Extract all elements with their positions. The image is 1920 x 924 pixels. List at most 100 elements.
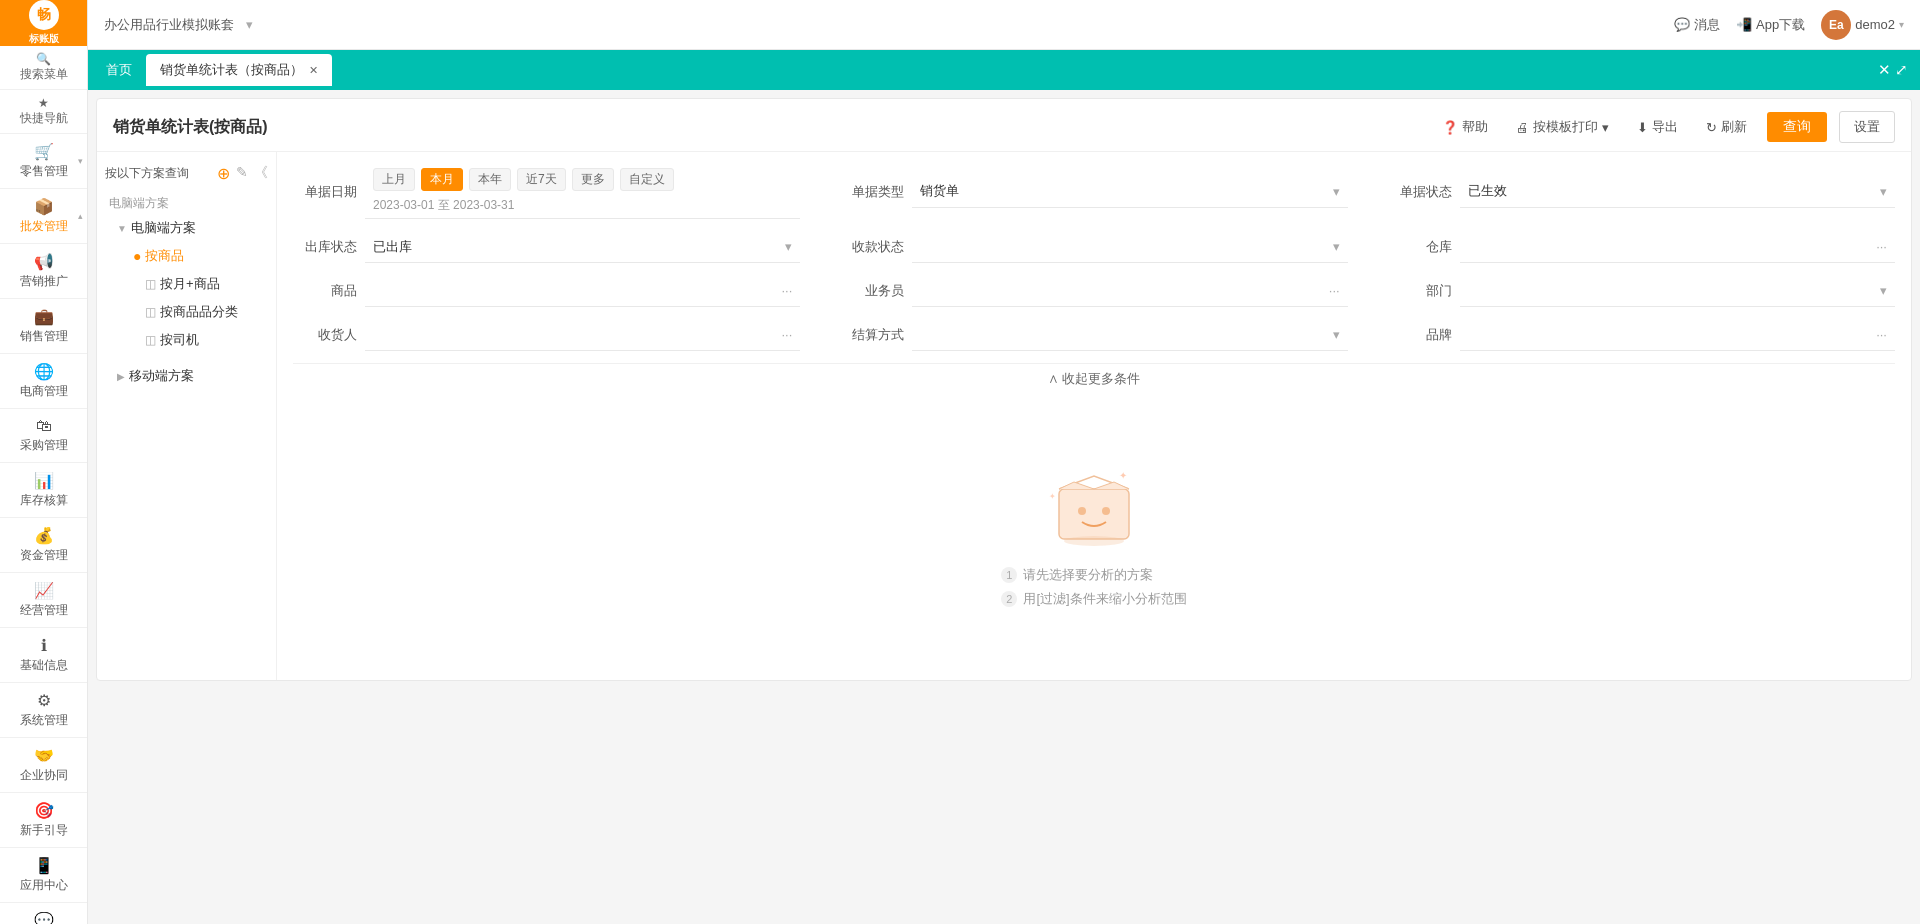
doc-status-chevron: ▾ <box>1880 184 1887 199</box>
label-department: 部门 <box>1388 282 1460 300</box>
sidebar-item-basic[interactable]: ℹ 基础信息 <box>0 628 87 683</box>
sidebar-item-ecommerce[interactable]: 🌐 电商管理 <box>0 354 87 409</box>
label-brand: 品牌 <box>1388 326 1460 344</box>
tab-close-icon[interactable]: ✕ <box>309 64 318 77</box>
topbar: 办公用品行业模拟账套 ▾ 💬 消息 📲 App下载 Ea demo2 ▾ <box>88 0 1920 50</box>
svg-point-2 <box>1102 507 1110 515</box>
scheme-by-product-category[interactable]: ◫ 按商品品分类 <box>129 298 268 326</box>
user-avatar: Ea <box>1821 10 1851 40</box>
product-field[interactable]: ··· <box>365 275 800 307</box>
scheme-by-month-product[interactable]: ◫ 按月+商品 <box>129 270 268 298</box>
scheme-cashier-icon: ◫ <box>145 333 156 347</box>
outbound-status-value: 已出库 <box>373 238 412 256</box>
sidebar-item-purchase[interactable]: 🛍 采购管理 <box>0 409 87 463</box>
sidebar-item-system[interactable]: ⚙ 系统管理 <box>0 683 87 738</box>
system-dropdown-icon[interactable]: ▾ <box>246 17 253 32</box>
sidebar-item-guide[interactable]: 🎯 新手引导 <box>0 793 87 848</box>
date-picker-field[interactable]: 上月 本月 本年 近7天 更多 自定义 2023-03-01 至 2023-03… <box>365 164 800 219</box>
wholesale-icon: 📦 <box>34 197 54 216</box>
query-button[interactable]: 查询 <box>1767 112 1827 142</box>
sidebar-item-marketing[interactable]: 📢 营销推广 <box>0 244 87 299</box>
collapse-more-conditions[interactable]: ∧ 收起更多条件 <box>293 363 1895 394</box>
label-salesperson: 业务员 <box>840 282 912 300</box>
btn-this-year[interactable]: 本年 <box>469 168 511 191</box>
tab-minimize-icon[interactable]: ✕ <box>1878 61 1891 79</box>
sidebar-item-finance[interactable]: 💰 资金管理 <box>0 518 87 573</box>
topbar-left: 办公用品行业模拟账套 ▾ <box>104 16 253 34</box>
refresh-button[interactable]: ↻ 刷新 <box>1698 114 1755 140</box>
logo-icon: 畅 <box>29 0 59 30</box>
brand-dots: ··· <box>1876 327 1887 342</box>
template-print-button[interactable]: 🖨 按模板打印 ▾ <box>1508 114 1617 140</box>
receiver-dots: ··· <box>781 327 792 342</box>
settings-button[interactable]: 设置 <box>1839 111 1895 143</box>
sidebar-item-enterprise[interactable]: 🤝 企业协同 <box>0 738 87 793</box>
btn-custom[interactable]: 自定义 <box>620 168 674 191</box>
scheme-month-icon: ◫ <box>145 277 156 291</box>
sidebar-item-inventory[interactable]: 📊 库存核算 <box>0 463 87 518</box>
filter-panel-header: 按以下方案查询 ⊕ ✎ 《 <box>105 164 268 183</box>
sidebar-item-wholesale[interactable]: 📦 批发管理 ▴ <box>0 189 87 244</box>
doc-type-field[interactable]: 销货单 ▾ <box>912 176 1347 208</box>
tree-item-mobile[interactable]: ▶ 移动端方案 <box>113 362 268 390</box>
sidebar: 畅 标账版 🔍 搜索菜单 ★ 快捷导航 🛒 零售管理 ▾ 📦 批发管理 ▴ 📢 … <box>0 0 88 924</box>
empty-tip-2: 2 用[过滤]条件来缩小分析范围 <box>1001 590 1186 608</box>
help-button[interactable]: ❓ 帮助 <box>1434 114 1496 140</box>
scheme-category-icon: ◫ <box>145 305 156 319</box>
salesperson-field[interactable]: ··· <box>912 275 1347 307</box>
department-field[interactable]: ▾ <box>1460 275 1895 307</box>
inventory-icon: 📊 <box>34 471 54 490</box>
help-icon: ❓ <box>1442 120 1458 135</box>
label-warehouse: 仓库 <box>1388 238 1460 256</box>
search-menu-item[interactable]: 🔍 搜索菜单 <box>0 46 87 90</box>
app-download-button[interactable]: 📲 App下载 <box>1736 16 1805 34</box>
label-date: 单据日期 <box>293 183 365 201</box>
payment-method-field[interactable]: ▾ <box>912 319 1347 351</box>
warehouse-field[interactable]: ··· <box>1460 231 1895 263</box>
label-doc-type: 单据类型 <box>840 183 912 201</box>
collapse-panel-icon[interactable]: 《 <box>254 164 268 183</box>
sidebar-item-retail[interactable]: 🛒 零售管理 ▾ <box>0 134 87 189</box>
page-content: 销货单统计表(按商品) ❓ 帮助 🖨 按模板打印 ▾ ⬇ 导出 <box>88 90 1920 924</box>
btn-more[interactable]: 更多 <box>572 168 614 191</box>
sidebar-item-appstore[interactable]: 📱 应用中心 <box>0 848 87 903</box>
outbound-status-field[interactable]: 已出库 ▾ <box>365 231 800 263</box>
label-product: 商品 <box>293 282 365 300</box>
add-scheme-icon[interactable]: ⊕ <box>217 164 230 183</box>
main-area: 办公用品行业模拟账套 ▾ 💬 消息 📲 App下载 Ea demo2 ▾ 首 <box>88 0 1920 924</box>
scheme-by-product[interactable]: ● 按商品 <box>129 242 268 270</box>
svg-rect-0 <box>1059 489 1129 539</box>
doc-status-field[interactable]: 已生效 ▾ <box>1460 176 1895 208</box>
message-icon: 💬 <box>1674 17 1690 32</box>
pc-section-label: 电脑端方案 <box>105 191 268 214</box>
tree-item-expand[interactable]: ▼ 电脑端方案 <box>113 214 268 242</box>
btn-this-month[interactable]: 本月 <box>421 168 463 191</box>
message-button[interactable]: 💬 消息 <box>1674 16 1720 34</box>
filter-row-2: 出库状态 已出库 ▾ 收款状态 ▾ 仓库 ··· <box>293 231 1895 263</box>
edit-scheme-icon[interactable]: ✎ <box>236 164 248 183</box>
user-menu[interactable]: Ea demo2 ▾ <box>1821 10 1904 40</box>
tab-home[interactable]: 首页 <box>92 54 146 86</box>
scheme-by-cashier[interactable]: ◫ 按司机 <box>129 326 268 354</box>
tab-expand-icon[interactable]: ⤢ <box>1895 61 1908 79</box>
btn-last-7-days[interactable]: 近7天 <box>517 168 566 191</box>
svg-point-1 <box>1078 507 1086 515</box>
tab-sales-stats[interactable]: 销货单统计表（按商品） ✕ <box>146 54 332 86</box>
payment-status-chevron: ▾ <box>1333 239 1340 254</box>
btn-last-month[interactable]: 上月 <box>373 168 415 191</box>
date-filter-buttons: 上月 本月 本年 近7天 更多 自定义 2023-03-01 至 2023-03… <box>373 168 792 214</box>
sidebar-item-operation[interactable]: 📈 经营管理 <box>0 573 87 628</box>
sidebar-item-wechat[interactable]: 💬 企业微信 <box>0 903 87 924</box>
user-name: demo2 <box>1855 17 1895 32</box>
payment-status-field[interactable]: ▾ <box>912 231 1347 263</box>
export-button[interactable]: ⬇ 导出 <box>1629 114 1686 140</box>
quick-nav-item[interactable]: ★ 快捷导航 <box>0 90 87 134</box>
logo-area: 畅 标账版 <box>0 0 87 46</box>
sidebar-item-sales[interactable]: 💼 销售管理 <box>0 299 87 354</box>
wechat-icon: 💬 <box>34 911 54 924</box>
page-actions: ❓ 帮助 🖨 按模板打印 ▾ ⬇ 导出 ↻ 刷新 <box>1434 111 1895 143</box>
brand-field[interactable]: ··· <box>1460 319 1895 351</box>
receiver-field[interactable]: ··· <box>365 319 800 351</box>
star-icon: ★ <box>38 96 49 110</box>
purchase-icon: 🛍 <box>36 417 52 435</box>
